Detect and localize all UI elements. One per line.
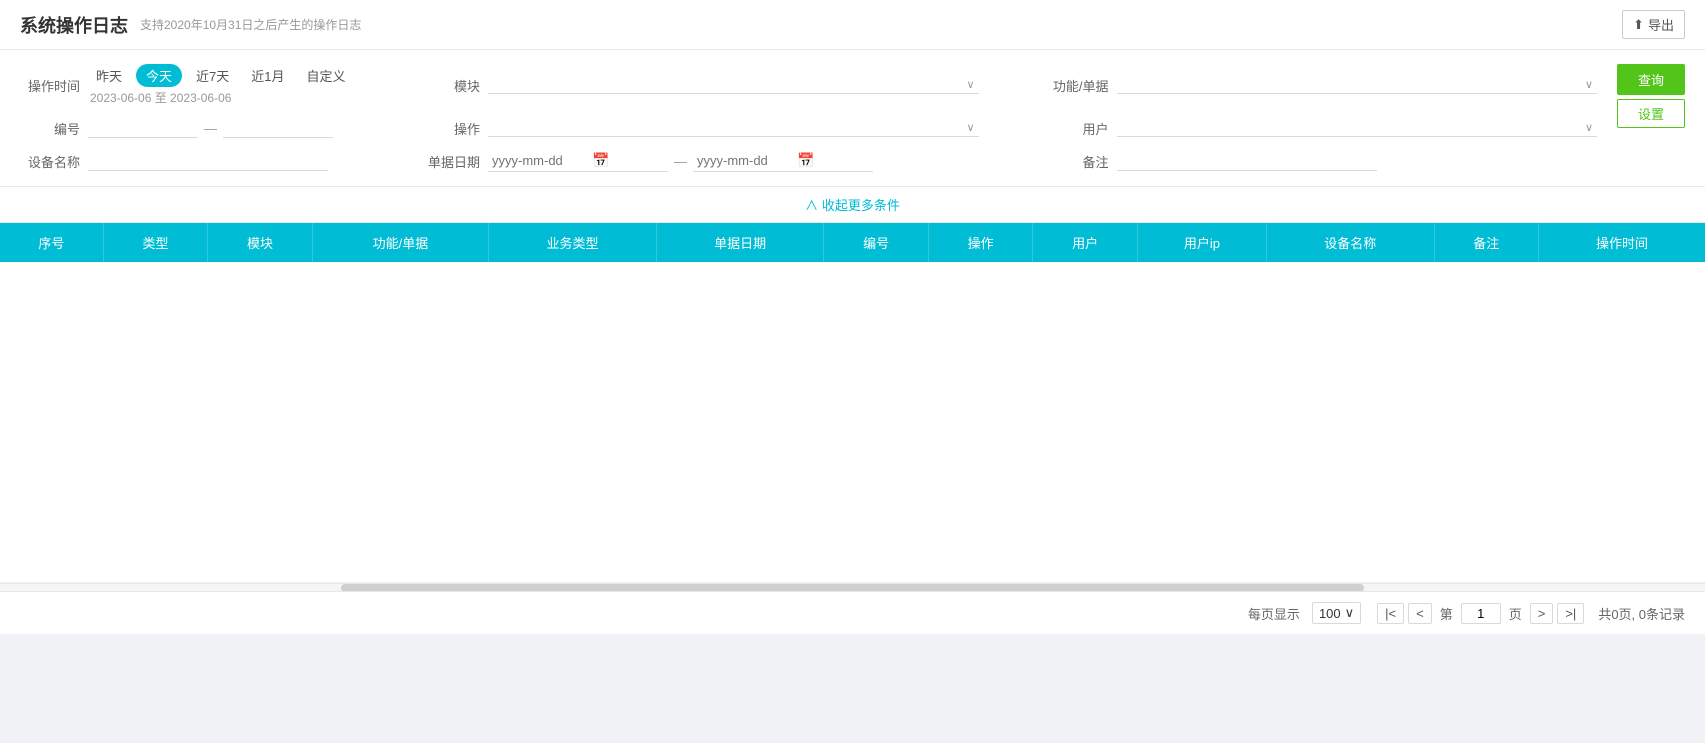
col-module: 模块 <box>208 223 312 262</box>
pagination-nav: |< < 第 页 > >| <box>1377 603 1584 624</box>
table-body <box>0 262 1705 583</box>
pagination: 每页显示 100 ∨ |< < 第 页 > >| 共0页, 0条记录 <box>0 591 1705 634</box>
data-table: 序号 类型 模块 功能/单据 业务类型 单据日期 编号 操作 用户 用户ip 设… <box>0 223 1705 583</box>
calendar-from-icon[interactable]: 📅 <box>592 152 609 169</box>
note-input[interactable] <box>1117 151 1377 171</box>
page-label: 第 <box>1440 604 1453 623</box>
col-number: 编号 <box>824 223 928 262</box>
number-label: 编号 <box>20 119 80 138</box>
time-btn-today[interactable]: 今天 <box>136 64 182 87</box>
col-note: 备注 <box>1434 223 1538 262</box>
col-type: 类型 <box>103 223 207 262</box>
col-userip: 用户ip <box>1137 223 1266 262</box>
page-header: 系统操作日志 支持2020年10月31日之后产生的操作日志 ⬆ 导出 <box>0 0 1705 50</box>
col-voucherdate: 单据日期 <box>656 223 824 262</box>
module-select[interactable]: ∨ <box>488 76 979 94</box>
last-page-button[interactable]: >| <box>1557 603 1584 624</box>
date-to-input[interactable] <box>697 153 797 168</box>
date-to-wrap[interactable]: 📅 <box>693 150 873 172</box>
user-select[interactable]: ∨ <box>1117 119 1598 137</box>
time-btn-yesterday[interactable]: 昨天 <box>88 64 130 87</box>
time-btn-1month[interactable]: 近1月 <box>243 64 292 87</box>
col-optime: 操作时间 <box>1539 223 1705 262</box>
query-button[interactable]: 查询 <box>1617 64 1685 95</box>
export-button[interactable]: ⬆ 导出 <box>1622 10 1685 39</box>
col-device: 设备名称 <box>1266 223 1434 262</box>
next-page-button[interactable]: > <box>1530 603 1554 624</box>
col-operation: 操作 <box>928 223 1032 262</box>
per-page-chevron-icon: ∨ <box>1345 605 1355 621</box>
function-chevron-icon: ∨ <box>1585 78 1593 91</box>
time-btn-custom[interactable]: 自定义 <box>299 64 354 87</box>
time-range-display: 2023-06-06 至 2023-06-06 <box>90 89 231 106</box>
operation-select[interactable]: ∨ <box>488 119 979 137</box>
horizontal-scrollbar[interactable] <box>0 583 1705 591</box>
filter-section: 操作时间 昨天 今天 近7天 近1月 自定义 2023-06-06 至 2023… <box>0 50 1705 187</box>
col-index: 序号 <box>0 223 103 262</box>
module-chevron-icon: ∨ <box>966 78 974 91</box>
device-input[interactable] <box>88 151 328 171</box>
time-label: 操作时间 <box>20 76 80 95</box>
number-input-from[interactable] <box>88 118 198 138</box>
function-select[interactable]: ∨ <box>1117 76 1598 94</box>
table-container: 序号 类型 模块 功能/单据 业务类型 单据日期 编号 操作 用户 用户ip 设… <box>0 223 1705 583</box>
export-label: 导出 <box>1648 15 1674 34</box>
user-chevron-icon: ∨ <box>1585 121 1593 134</box>
per-page-label: 每页显示 <box>1248 604 1300 623</box>
user-label: 用户 <box>1039 119 1109 138</box>
operation-label: 操作 <box>420 119 480 138</box>
page-end-label: 页 <box>1509 604 1522 623</box>
time-btn-7days[interactable]: 近7天 <box>188 64 237 87</box>
operation-chevron-icon: ∨ <box>966 121 974 134</box>
settings-button[interactable]: 设置 <box>1617 99 1685 128</box>
voucher-date-label: 单据日期 <box>420 152 480 171</box>
total-info: 共0页, 0条记录 <box>1598 604 1685 623</box>
prev-page-button[interactable]: < <box>1408 603 1432 624</box>
empty-state <box>8 272 1697 572</box>
device-label: 设备名称 <box>20 152 80 171</box>
number-dash: — <box>204 121 217 136</box>
page-subtitle: 支持2020年10月31日之后产生的操作日志 <box>140 16 361 33</box>
table-header-row: 序号 类型 模块 功能/单据 业务类型 单据日期 编号 操作 用户 用户ip 设… <box>0 223 1705 262</box>
per-page-select[interactable]: 100 ∨ <box>1312 602 1361 624</box>
number-input-to[interactable] <box>223 118 333 138</box>
col-user: 用户 <box>1033 223 1137 262</box>
collapse-label: 收起更多条件 <box>822 198 900 213</box>
action-buttons: 查询 设置 <box>1617 64 1685 128</box>
note-label: 备注 <box>1039 152 1109 171</box>
date-from-wrap[interactable]: 📅 <box>488 150 668 172</box>
page-title: 系统操作日志 <box>20 12 128 38</box>
page-number-input[interactable] <box>1461 603 1501 624</box>
date-dash: — <box>674 154 687 169</box>
collapse-icon: ∧ <box>805 198 818 213</box>
per-page-value: 100 <box>1319 606 1341 621</box>
function-label: 功能/单据 <box>1039 76 1109 95</box>
date-from-input[interactable] <box>492 153 592 168</box>
first-page-button[interactable]: |< <box>1377 603 1404 624</box>
collapse-bar[interactable]: ∧ 收起更多条件 <box>0 187 1705 223</box>
calendar-to-icon[interactable]: 📅 <box>797 152 814 169</box>
col-biztype: 业务类型 <box>489 223 657 262</box>
module-label: 模块 <box>420 76 480 95</box>
col-function: 功能/单据 <box>312 223 488 262</box>
export-icon: ⬆ <box>1633 17 1644 33</box>
